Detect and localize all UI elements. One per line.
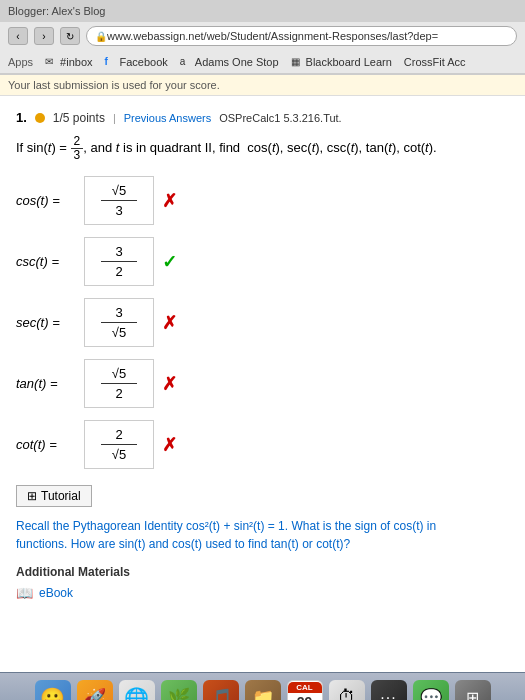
- status-dot: [35, 113, 45, 123]
- dock-grid[interactable]: ⊞: [455, 680, 491, 701]
- points-info: 1/5 points: [53, 111, 105, 125]
- ebook-icon: 📖: [16, 585, 33, 601]
- calendar-date: 29: [297, 693, 313, 700]
- bookmark-crossfit[interactable]: CrossFit Acc: [404, 56, 466, 68]
- address-bar[interactable]: 🔒 www.webassign.net/web/Student/Assignme…: [86, 26, 517, 46]
- cot-label: cot(t) =: [16, 437, 76, 452]
- tutorial-label: Tutorial: [41, 489, 81, 503]
- csc-denominator: 2: [101, 264, 137, 279]
- forward-button[interactable]: ›: [34, 27, 54, 45]
- csc-numerator: 3: [101, 244, 137, 262]
- sec-result-icon: ✗: [162, 312, 177, 334]
- cot-result-icon: ✗: [162, 434, 177, 456]
- dock-finder[interactable]: 😀: [35, 680, 71, 701]
- cot-answer-box: 2 √5: [84, 420, 154, 469]
- tan-line: tan(t) = √5 2 ✗: [16, 359, 509, 408]
- cos-line: cos(t) = √5 3 ✗: [16, 176, 509, 225]
- dock-launchpad[interactable]: 🚀: [77, 680, 113, 701]
- tutorial-icon: ⊞: [27, 489, 37, 503]
- tutorial-button[interactable]: ⊞ Tutorial: [16, 485, 92, 507]
- reload-button[interactable]: ↻: [60, 27, 80, 45]
- question-number: 1.: [16, 110, 27, 125]
- dock-chrome[interactable]: 🌐: [119, 680, 155, 701]
- sec-answer-box: 3 √5: [84, 298, 154, 347]
- cot-line: cot(t) = 2 √5 ✗: [16, 420, 509, 469]
- adams-icon: a: [180, 56, 192, 68]
- sec-label: sec(t) =: [16, 315, 76, 330]
- bookmark-inbox[interactable]: ✉ #inbox: [45, 56, 92, 68]
- bookmarks-bar: Apps ✉ #inbox f Facebook a Adams One Sto…: [0, 50, 525, 74]
- cos-numerator: √5: [101, 183, 137, 201]
- prev-answers-link[interactable]: Previous Answers: [124, 112, 211, 124]
- ebook-link[interactable]: 📖 eBook: [16, 585, 509, 601]
- cos-result-icon: ✗: [162, 190, 177, 212]
- bookmark-facebook[interactable]: f Facebook: [105, 56, 168, 68]
- mac-dock: 😀 🚀 🌐 🌿 🎵 📁 CAL 29 ⏱ ··· 💬 ⊞: [0, 672, 525, 700]
- cot-numerator: 2: [101, 427, 137, 445]
- browser-chrome: Blogger: Alex's Blog ‹ › ↻ 🔒 www.webassi…: [0, 0, 525, 75]
- back-button[interactable]: ‹: [8, 27, 28, 45]
- cot-denominator: √5: [101, 447, 137, 462]
- dock-folder[interactable]: 📁: [245, 680, 281, 701]
- dock-messages[interactable]: 💬: [413, 680, 449, 701]
- sec-line: sec(t) = 3 √5 ✗: [16, 298, 509, 347]
- tab-bar: Blogger: Alex's Blog: [0, 0, 525, 22]
- cos-denominator: 3: [101, 203, 137, 218]
- tan-label: tan(t) =: [16, 376, 76, 391]
- submission-notice: Your last submission is used for your sc…: [0, 75, 525, 96]
- dock-more[interactable]: ···: [371, 680, 407, 701]
- ebook-label: eBook: [39, 586, 73, 600]
- question-header: 1. 1/5 points | Previous Answers OSPreCa…: [16, 104, 509, 125]
- dock-timer[interactable]: ⏱: [329, 680, 365, 701]
- bookmark-adams[interactable]: a Adams One Stop: [180, 56, 279, 68]
- page-content: 1. 1/5 points | Previous Answers OSPreCa…: [0, 96, 525, 672]
- csc-result-icon: ✓: [162, 251, 177, 273]
- csc-line: csc(t) = 3 2 ✓: [16, 237, 509, 286]
- tan-denominator: 2: [101, 386, 137, 401]
- tan-answer-box: √5 2: [84, 359, 154, 408]
- inbox-icon: ✉: [45, 56, 57, 68]
- additional-materials-header: Additional Materials: [16, 565, 509, 579]
- bookmark-apps: Apps: [8, 56, 33, 68]
- csc-answer-box: 3 2: [84, 237, 154, 286]
- bookmark-blackboard[interactable]: ▦ Blackboard Learn: [291, 56, 392, 68]
- dock-calendar[interactable]: CAL 29: [287, 680, 323, 701]
- reference-code: OSPreCalc1 5.3.216.Tut.: [219, 112, 342, 124]
- cos-label: cos(t) =: [16, 193, 76, 208]
- nav-bar: ‹ › ↻ 🔒 www.webassign.net/web/Student/As…: [0, 22, 525, 50]
- sec-denominator: √5: [101, 325, 137, 340]
- question-text: If sin(t) = 23, and t is in quadrant II,…: [16, 135, 509, 162]
- tan-result-icon: ✗: [162, 373, 177, 395]
- csc-label: csc(t) =: [16, 254, 76, 269]
- blackboard-icon: ▦: [291, 56, 303, 68]
- tan-numerator: √5: [101, 366, 137, 384]
- tab-label[interactable]: Blogger: Alex's Blog: [8, 5, 106, 17]
- dock-nature[interactable]: 🌿: [161, 680, 197, 701]
- dock-music[interactable]: 🎵: [203, 680, 239, 701]
- hint-text: Recall the Pythagorean Identity cos²(t) …: [16, 517, 509, 553]
- cos-answer-box: √5 3: [84, 176, 154, 225]
- facebook-icon: f: [105, 56, 117, 68]
- sec-numerator: 3: [101, 305, 137, 323]
